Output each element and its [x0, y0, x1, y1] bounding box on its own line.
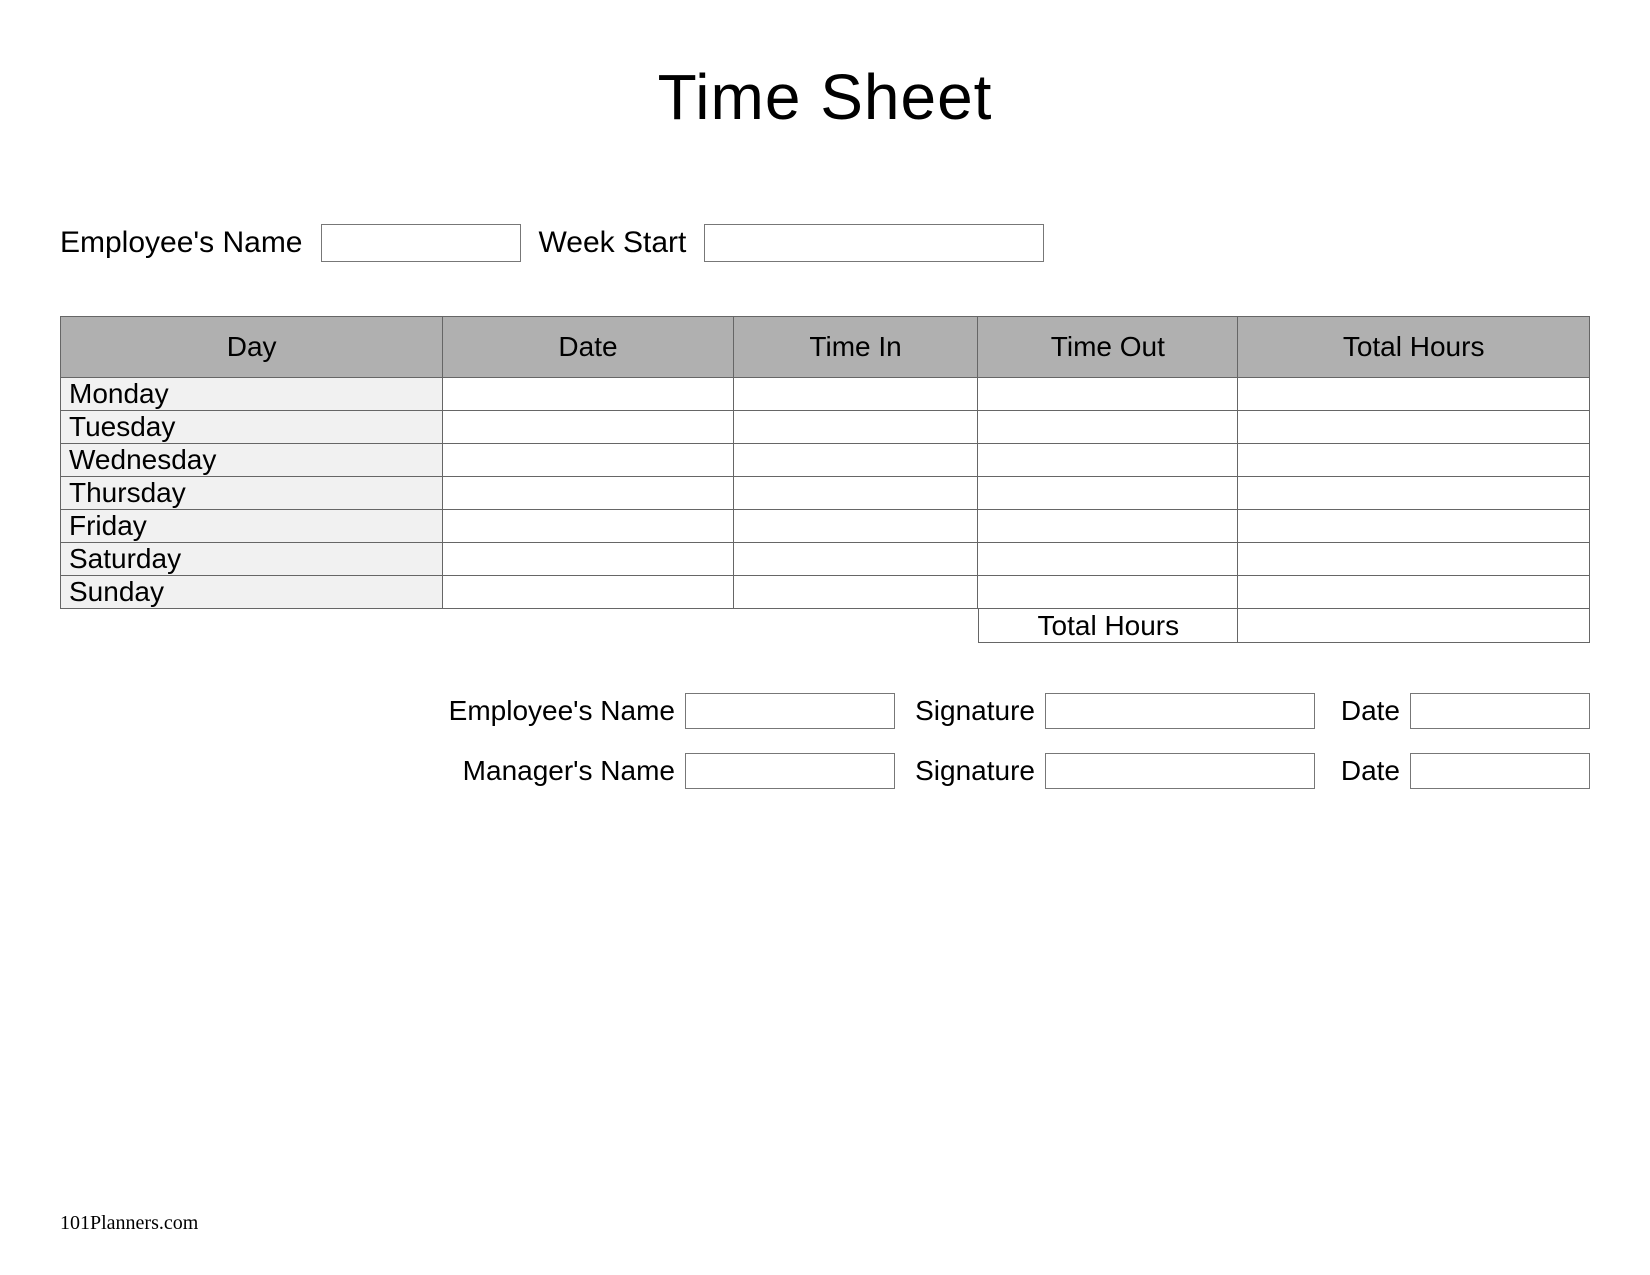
cell-date[interactable]	[443, 477, 734, 510]
employee-date-input[interactable]	[1410, 693, 1590, 729]
cell-time-in[interactable]	[733, 411, 978, 444]
week-start-input[interactable]	[704, 224, 1044, 262]
signature-block: Employee's Name Signature Date Manager's…	[60, 693, 1590, 789]
table-row: Monday	[61, 378, 1590, 411]
th-total-hours: Total Hours	[1238, 317, 1590, 378]
manager-name-label: Manager's Name	[425, 755, 675, 787]
cell-time-out[interactable]	[978, 411, 1238, 444]
cell-total-hours[interactable]	[1238, 576, 1590, 609]
cell-time-out[interactable]	[978, 477, 1238, 510]
day-name: Friday	[61, 510, 443, 543]
manager-signature-input[interactable]	[1045, 753, 1315, 789]
cell-date[interactable]	[443, 378, 734, 411]
cell-total-hours[interactable]	[1238, 444, 1590, 477]
table-row: Sunday	[61, 576, 1590, 609]
table-row: Friday	[61, 510, 1590, 543]
manager-signature-label: Signature	[905, 755, 1035, 787]
table-row: Tuesday	[61, 411, 1590, 444]
cell-time-in[interactable]	[733, 477, 978, 510]
employee-signature-label: Signature	[905, 695, 1035, 727]
manager-date-label: Date	[1325, 755, 1400, 787]
cell-time-in[interactable]	[733, 510, 978, 543]
day-name: Sunday	[61, 576, 443, 609]
table-row: Thursday	[61, 477, 1590, 510]
day-name: Wednesday	[61, 444, 443, 477]
employee-name-label: Employee's Name	[60, 226, 303, 260]
total-hours-value[interactable]	[1238, 609, 1590, 643]
th-time-out: Time Out	[978, 317, 1238, 378]
cell-time-in[interactable]	[733, 543, 978, 576]
cell-total-hours[interactable]	[1238, 543, 1590, 576]
timesheet-table: Day Date Time In Time Out Total Hours Mo…	[60, 316, 1590, 609]
th-day: Day	[61, 317, 443, 378]
th-date: Date	[443, 317, 734, 378]
header-fields: Employee's Name Week Start	[60, 224, 1590, 262]
employee-sign-row: Employee's Name Signature Date	[60, 693, 1590, 729]
cell-time-in[interactable]	[733, 576, 978, 609]
day-name: Monday	[61, 378, 443, 411]
total-row: Total Hours	[60, 609, 1590, 643]
cell-time-out[interactable]	[978, 378, 1238, 411]
cell-time-out[interactable]	[978, 576, 1238, 609]
table-row: Wednesday	[61, 444, 1590, 477]
cell-time-out[interactable]	[978, 543, 1238, 576]
cell-time-out[interactable]	[978, 444, 1238, 477]
week-start-label: Week Start	[539, 226, 687, 260]
manager-sign-row: Manager's Name Signature Date	[60, 753, 1590, 789]
day-name: Saturday	[61, 543, 443, 576]
day-name: Tuesday	[61, 411, 443, 444]
cell-total-hours[interactable]	[1238, 477, 1590, 510]
employee-date-label: Date	[1325, 695, 1400, 727]
cell-time-in[interactable]	[733, 378, 978, 411]
cell-total-hours[interactable]	[1238, 510, 1590, 543]
cell-time-out[interactable]	[978, 510, 1238, 543]
day-name: Thursday	[61, 477, 443, 510]
page-title: Time Sheet	[60, 60, 1590, 134]
cell-total-hours[interactable]	[1238, 378, 1590, 411]
th-time-in: Time In	[733, 317, 978, 378]
employee-signature-input[interactable]	[1045, 693, 1315, 729]
table-row: Saturday	[61, 543, 1590, 576]
cell-date[interactable]	[443, 576, 734, 609]
employee-name-label-2: Employee's Name	[425, 695, 675, 727]
manager-date-input[interactable]	[1410, 753, 1590, 789]
employee-name-input[interactable]	[321, 224, 521, 262]
cell-date[interactable]	[443, 411, 734, 444]
total-hours-label: Total Hours	[978, 609, 1238, 643]
cell-date[interactable]	[443, 510, 734, 543]
employee-name-input-2[interactable]	[685, 693, 895, 729]
footer-brand: 101Planners.com	[60, 1212, 198, 1235]
cell-date[interactable]	[443, 444, 734, 477]
cell-time-in[interactable]	[733, 444, 978, 477]
manager-name-input[interactable]	[685, 753, 895, 789]
cell-date[interactable]	[443, 543, 734, 576]
cell-total-hours[interactable]	[1238, 411, 1590, 444]
